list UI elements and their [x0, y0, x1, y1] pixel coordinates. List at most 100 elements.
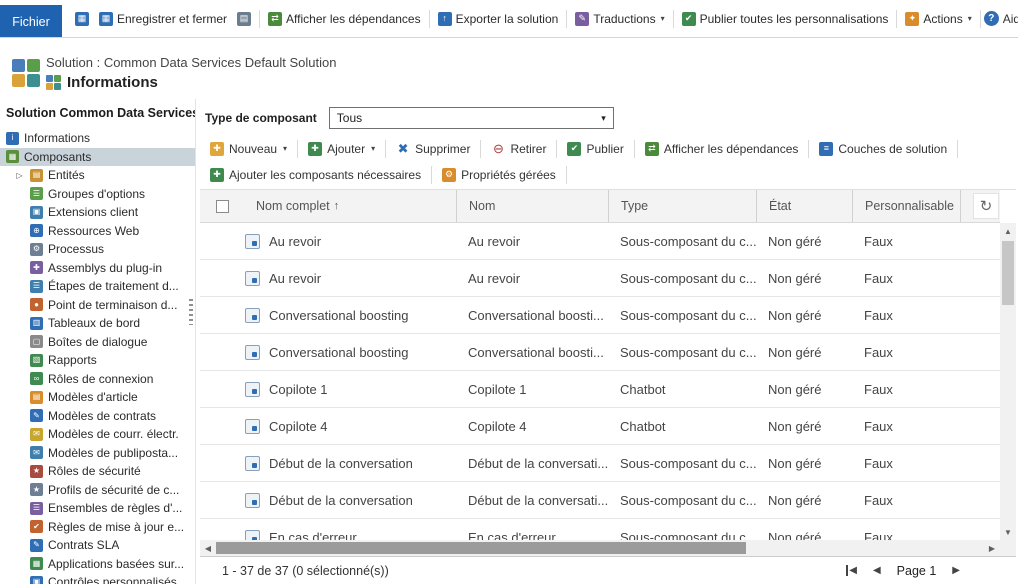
publier-button[interactable]: ✔Publier [560, 139, 630, 159]
button-label: Publier toutes les personnalisations [700, 12, 889, 26]
file-menu-button[interactable]: Fichier [0, 5, 62, 38]
sidebar-item-tableaux-de-bord[interactable]: ▥Tableaux de bord [0, 314, 195, 333]
vertical-scroll-thumb[interactable] [1002, 241, 1014, 305]
expand-arrow-icon[interactable]: ▷ [14, 171, 25, 180]
help-icon: ? [984, 11, 999, 26]
vertical-scrollbar[interactable]: ▲ ▼ [1000, 223, 1016, 540]
table-row[interactable]: Au revoirAu revoirSous-composant du c...… [200, 223, 1000, 260]
sidebar-item-informations[interactable]: iInformations [0, 129, 195, 148]
column-label: Type [621, 199, 648, 213]
sidebar-item-modeles-de-courr-electr[interactable]: ✉Modèles de courr. électr. [0, 425, 195, 444]
sidebar-item-profils-de-securite-de-c[interactable]: ★Profils de sécurité de c... [0, 481, 195, 500]
proprietes-gerees-button[interactable]: ⚙Propriétés gérées [435, 165, 563, 185]
table-row[interactable]: Début de la conversationDébut de la conv… [200, 445, 1000, 482]
full-name-text: Conversational boosting [269, 308, 408, 323]
chevron-down-icon: ▾ [601, 113, 606, 124]
translations-button[interactable]: ✎Traductions▾ [570, 9, 669, 29]
save-and-close-button[interactable]: ▦Enregistrer et fermer [94, 9, 232, 29]
button-label: Enregistrer et fermer [117, 12, 227, 26]
print-button[interactable]: ▤ [232, 9, 256, 29]
sidebar-item-ensembles-de-regles-d[interactable]: ☰Ensembles de règles d'... [0, 499, 195, 518]
table-row[interactable]: Copilote 1Copilote 1ChatbotNon géréFaux [200, 371, 1000, 408]
column-header-nom[interactable]: Nom [456, 190, 608, 222]
security-roles-icon: ★ [30, 465, 43, 478]
scrollbar-corner [1000, 540, 1016, 556]
nouveau-button[interactable]: ✚Nouveau▾ [203, 139, 294, 159]
horizontal-scroll-thumb[interactable] [216, 542, 746, 554]
customizable-cell: Faux [852, 345, 960, 360]
sidebar-item-roles-de-connexion[interactable]: ∞Rôles de connexion [0, 370, 195, 389]
sidebar-item-rapports[interactable]: ▧Rapports [0, 351, 195, 370]
customizable-cell: Faux [852, 308, 960, 323]
table-row[interactable]: En cas d'erreurEn cas d'erreurSous-compo… [200, 519, 1000, 540]
sidebar-item-label: Contrôles personnalisés [48, 575, 177, 584]
scroll-right-icon[interactable]: ▶ [984, 540, 1000, 556]
publish-all-customizations-button[interactable]: ✔Publier toutes les personnalisations [677, 9, 894, 29]
sidebar-item-ressources-web[interactable]: ⊕Ressources Web [0, 222, 195, 241]
table-row[interactable]: Copilote 4Copilote 4ChatbotNon géréFaux [200, 408, 1000, 445]
first-page-button[interactable]: ◀ [846, 565, 857, 576]
sidebar-item-entites[interactable]: ▷▤Entités [0, 166, 195, 185]
scroll-up-icon[interactable]: ▲ [1000, 223, 1016, 239]
sidebar-item-composants[interactable]: ▦Composants [0, 148, 195, 167]
sidebar-item-point-de-terminaison-d[interactable]: ●Point de terminaison d... [0, 296, 195, 315]
sidebar-item-extensions-client[interactable]: ▣Extensions client [0, 203, 195, 222]
sidebar-item-processus[interactable]: ⚙Processus [0, 240, 195, 259]
afficher-les-dependances-button[interactable]: ⇄Afficher les dépendances [638, 139, 806, 159]
rule-sets-icon: ☰ [30, 502, 43, 515]
column-header-personnalisable[interactable]: Personnalisable [852, 190, 960, 222]
name-cell: Au revoir [456, 271, 608, 286]
full-name-text: Copilote 1 [269, 382, 328, 397]
show-dependencies-button[interactable]: ⇄Afficher les dépendances [263, 9, 426, 29]
save-button[interactable]: ▦ [70, 9, 94, 29]
sidebar-item-etapes-de-traitement-d[interactable]: ☰Étapes de traitement d... [0, 277, 195, 296]
table-row[interactable]: Début de la conversationDébut de la conv… [200, 482, 1000, 519]
previous-page-button[interactable]: ◀ [873, 565, 881, 576]
table-row[interactable]: Au revoirAu revoirSous-composant du c...… [200, 260, 1000, 297]
component-type-select[interactable]: Tous ▾ [329, 107, 614, 129]
select-all-checkbox[interactable] [216, 200, 229, 213]
informations-icon: i [6, 132, 19, 145]
sidebar-resize-grip[interactable] [189, 299, 193, 325]
next-page-button[interactable]: ▶ [952, 565, 960, 576]
horizontal-scrollbar[interactable]: ◀ ▶ [200, 540, 1000, 556]
ajouter-les-composants-necessaires-button[interactable]: ✚Ajouter les composants nécessaires [203, 165, 428, 185]
plugin-assemblies-icon: ✚ [30, 261, 43, 274]
supprimer-button[interactable]: ✖Supprimer [389, 139, 477, 159]
dependencies-icon: ⇄ [268, 12, 282, 26]
sidebar-item-assemblys-du-plug-in[interactable]: ✚Assemblys du plug-in [0, 259, 195, 278]
sidebar-item-groupes-d-options[interactable]: ☰Groupes d'options [0, 185, 195, 204]
ajouter-button[interactable]: ✚Ajouter▾ [301, 139, 382, 159]
column-header-nom-complet[interactable]: Nom complet↑ [244, 190, 456, 222]
export-solution-button[interactable]: ↑Exporter la solution [433, 9, 564, 29]
sidebar-item-label: Modèles de courr. électr. [48, 427, 179, 441]
help-label: Aide [1003, 12, 1018, 26]
sidebar-item-boites-de-dialogue[interactable]: ▢Boîtes de dialogue [0, 333, 195, 352]
row-select-cell [200, 445, 244, 481]
state-cell: Non géré [756, 345, 852, 360]
sidebar-item-controles-personnalises[interactable]: ▣Contrôles personnalisés [0, 573, 195, 584]
sidebar-item-roles-de-securite[interactable]: ★Rôles de sécurité [0, 462, 195, 481]
sidebar-item-modeles-de-publiposta[interactable]: ✉Modèles de publiposta... [0, 444, 195, 463]
column-header-type[interactable]: Type [608, 190, 756, 222]
sidebar-item-modeles-d-article[interactable]: ▤Modèles d'article [0, 388, 195, 407]
sidebar-item-contrats-sla[interactable]: ✎Contrats SLA [0, 536, 195, 555]
scroll-left-icon[interactable]: ◀ [200, 540, 216, 556]
sidebar-item-regles-de-mise-a-jour-e[interactable]: ✔Règles de mise à jour e... [0, 518, 195, 537]
couches-de-solution-button[interactable]: ≡Couches de solution [812, 139, 954, 159]
retirer-button[interactable]: ⊖Retirer [484, 139, 553, 159]
column-label: Nom [469, 199, 495, 213]
refresh-button[interactable]: ↻ [973, 193, 999, 219]
help-button[interactable]: ? Aide ▾ [984, 11, 1018, 26]
sidebar-item-applications-basees-sur[interactable]: ▦Applications basées sur... [0, 555, 195, 574]
scroll-down-icon[interactable]: ▼ [1000, 524, 1016, 540]
record-update-rules-icon: ✔ [30, 520, 43, 533]
actions-button[interactable]: ✦Actions▾ [900, 9, 976, 29]
full-name-text: Début de la conversation [269, 456, 413, 471]
refresh-icon: ↻ [980, 197, 993, 215]
table-row[interactable]: Conversational boostingConversational bo… [200, 297, 1000, 334]
table-row[interactable]: Conversational boostingConversational bo… [200, 334, 1000, 371]
sidebar-item-modeles-de-contrats[interactable]: ✎Modèles de contrats [0, 407, 195, 426]
column-header-etat[interactable]: État [756, 190, 852, 222]
sidebar-item-label: Rôles de connexion [48, 372, 153, 386]
